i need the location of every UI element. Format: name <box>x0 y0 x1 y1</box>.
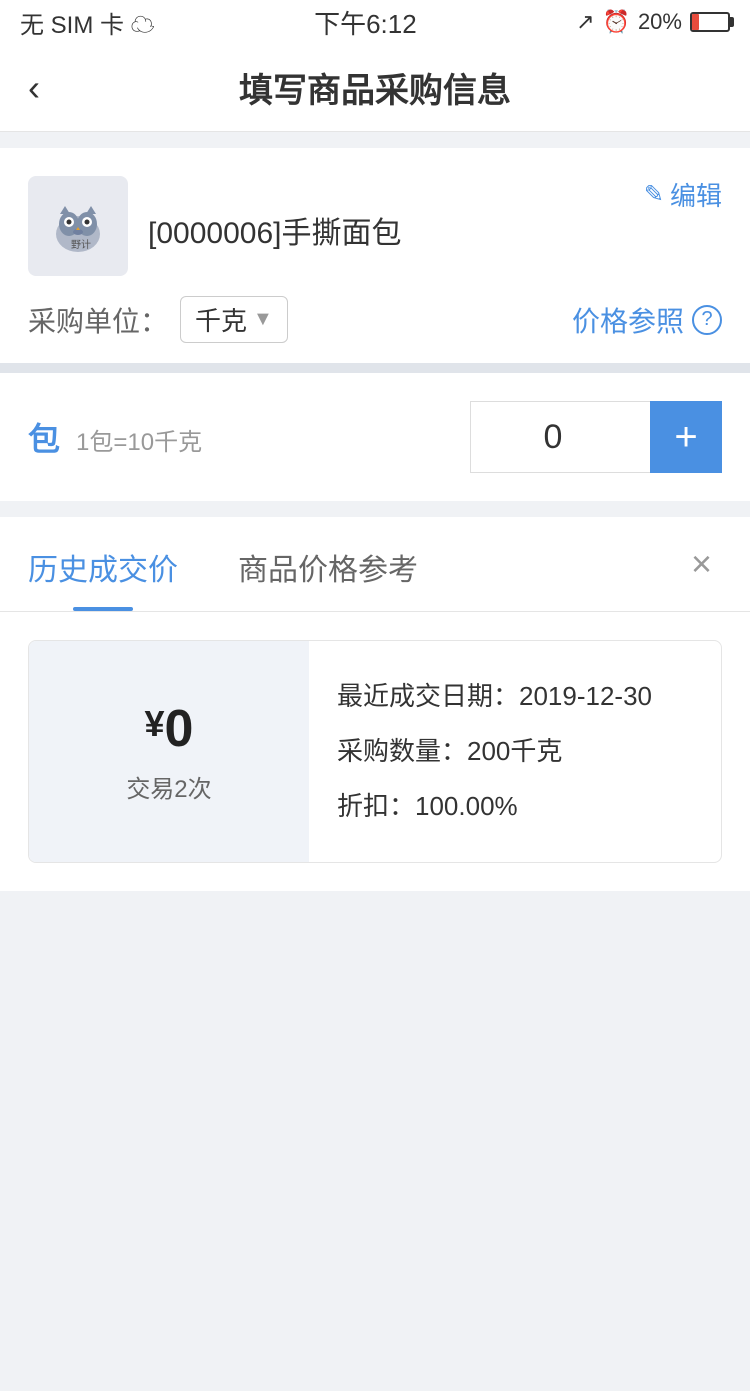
status-right: ↗ ⏰ 20% <box>576 9 730 35</box>
quantity-input[interactable] <box>470 401 650 473</box>
tabs-close-button[interactable]: × <box>681 533 722 595</box>
history-price-display: ¥0 <box>145 699 194 759</box>
dropdown-arrow-icon: ▼ <box>253 308 273 331</box>
discount-label: 折扣： <box>337 791 415 821</box>
tabs-header: 历史成交价 商品价格参考 × <box>0 517 750 612</box>
product-header: 野计 [0000006]手撕面包 ✎ 编辑 <box>28 176 722 276</box>
transaction-count: 交易2次 <box>126 769 211 804</box>
product-thumbnail: 野计 <box>28 176 128 276</box>
price-ref-button[interactable]: 价格参照 ? <box>572 300 722 340</box>
section-divider <box>0 363 750 373</box>
purchase-qty-value: 200千克 <box>467 736 562 766</box>
page-title: 填写商品采购信息 <box>239 63 511 112</box>
location-icon: ↗ <box>576 9 594 35</box>
unit-select-dropdown[interactable]: 千克 ▼ <box>180 296 288 343</box>
price-value: 0 <box>165 700 194 758</box>
status-bar: 无 SIM 卡 ☁ 下午6:12 ↗ ⏰ 20% <box>0 0 750 44</box>
history-card: ¥0 交易2次 最近成交日期：2019-12-30 采购数量：200千克 折扣：… <box>28 640 722 863</box>
quantity-input-group: + <box>470 401 722 473</box>
help-icon: ? <box>692 305 722 335</box>
signal-text: 无 SIM 卡 ☁ <box>20 5 155 40</box>
history-content: ¥0 交易2次 最近成交日期：2019-12-30 采购数量：200千克 折扣：… <box>0 612 750 891</box>
discount-row: 折扣：100.00% <box>337 787 693 826</box>
history-detail-side: 最近成交日期：2019-12-30 采购数量：200千克 折扣：100.00% <box>309 641 721 862</box>
price-ref-label: 价格参照 <box>572 300 684 340</box>
nav-bar: ‹ 填写商品采购信息 <box>0 44 750 132</box>
quantity-section: 包 1包=10千克 + <box>0 373 750 501</box>
back-button[interactable]: ‹ <box>28 67 40 109</box>
recent-date-value: 2019-12-30 <box>519 681 652 711</box>
product-name: [0000006]手撕面包 <box>148 200 401 252</box>
quantity-conversion: 1包=10千克 <box>76 422 202 457</box>
history-price-side: ¥0 交易2次 <box>29 641 309 862</box>
tabs-section: 历史成交价 商品价格参考 × ¥0 交易2次 最近成交日期：2019-12-30… <box>0 517 750 891</box>
tab-history-price[interactable]: 历史成交价 <box>28 517 178 611</box>
product-unit-row: 采购单位： 千克 ▼ 价格参照 ? <box>28 296 722 343</box>
purchase-qty-label: 采购数量： <box>337 736 467 766</box>
unit-label: 采购单位： <box>28 300 168 340</box>
quantity-label-row: 包 1包=10千克 <box>28 414 202 460</box>
svg-text:野计: 野计 <box>71 238 91 251</box>
currency-symbol: ¥ <box>145 703 165 744</box>
battery-icon <box>690 12 730 32</box>
product-logo-svg: 野计 <box>43 196 113 256</box>
status-left: 无 SIM 卡 ☁ <box>20 5 155 40</box>
edit-label: 编辑 <box>670 176 722 213</box>
quantity-unit: 包 <box>28 414 60 460</box>
unit-value: 千克 <box>195 301 247 338</box>
tabs-list: 历史成交价 商品价格参考 <box>28 517 418 611</box>
status-time: 下午6:12 <box>314 4 417 41</box>
recent-date-row: 最近成交日期：2019-12-30 <box>337 677 693 716</box>
edit-button[interactable]: ✎ 编辑 <box>644 176 722 213</box>
purchase-qty-row: 采购数量：200千克 <box>337 732 693 771</box>
tab-price-reference[interactable]: 商品价格参考 <box>238 517 418 611</box>
quantity-plus-button[interactable]: + <box>650 401 722 473</box>
product-left: 野计 [0000006]手撕面包 <box>28 176 401 276</box>
bottom-area <box>0 891 750 1391</box>
alarm-icon: ⏰ <box>603 9 630 35</box>
battery-percent: 20% <box>638 9 682 35</box>
edit-icon: ✎ <box>644 180 664 209</box>
recent-date-label: 最近成交日期： <box>337 681 519 711</box>
discount-value: 100.00% <box>415 791 518 821</box>
product-section: 野计 [0000006]手撕面包 ✎ 编辑 采购单位： 千克 ▼ 价格参照 ? <box>0 148 750 363</box>
